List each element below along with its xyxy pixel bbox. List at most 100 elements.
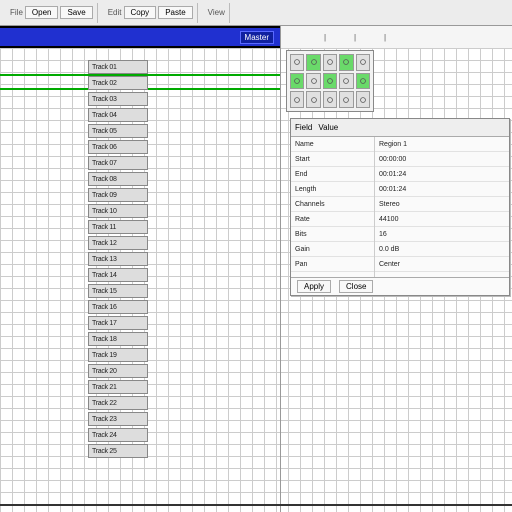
main-toolbar: File Open Save Edit Copy Paste View	[0, 0, 512, 26]
track-label[interactable]: Track 04	[88, 108, 148, 122]
properties-col-field: Field	[295, 123, 312, 132]
ruler-tick: |	[324, 33, 328, 42]
property-value[interactable]: Stereo	[375, 197, 509, 212]
property-key: Start	[291, 152, 374, 167]
knob-icon	[326, 77, 334, 85]
track-label[interactable]: Track 09	[88, 188, 148, 202]
properties-values: Region 100:00:0000:01:2400:01:24Stereo44…	[375, 137, 509, 277]
toolbar-label-edit: Edit	[108, 8, 122, 17]
property-key: Length	[291, 182, 374, 197]
property-value[interactable]: 0.0 dB	[375, 242, 509, 257]
property-key: End	[291, 167, 374, 182]
mixer-cell-off[interactable]	[290, 91, 304, 108]
mixer-cell-on[interactable]	[323, 73, 337, 90]
mixer-cell-off[interactable]	[290, 54, 304, 71]
track-label[interactable]: Track 25	[88, 444, 148, 458]
properties-col-value: Value	[318, 123, 338, 132]
property-value[interactable]: 00:00:00	[375, 152, 509, 167]
apply-button[interactable]: Apply	[297, 280, 331, 293]
track-label[interactable]: Track 03	[88, 92, 148, 106]
track-label[interactable]: Track 24	[88, 428, 148, 442]
knob-icon	[342, 96, 350, 104]
track-label[interactable]: Track 13	[88, 252, 148, 266]
mixer-cell-on[interactable]	[290, 73, 304, 90]
track-label[interactable]: Track 19	[88, 348, 148, 362]
track-label[interactable]: Track 01	[88, 60, 148, 74]
property-key: Channels	[291, 197, 374, 212]
mixer-cell-on[interactable]	[306, 54, 320, 71]
track-label[interactable]: Track 22	[88, 396, 148, 410]
knob-icon	[342, 58, 350, 66]
track-label[interactable]: Track 05	[88, 124, 148, 138]
property-value[interactable]: 00:01:24	[375, 182, 509, 197]
status-separator	[0, 504, 512, 506]
track-label[interactable]: Track 17	[88, 316, 148, 330]
track-label[interactable]: Track 02	[88, 76, 148, 90]
save-button[interactable]: Save	[60, 6, 92, 19]
mixer-cell-off[interactable]	[339, 73, 353, 90]
track-label[interactable]: Track 07	[88, 156, 148, 170]
toolbar-group-file: File Open Save	[6, 3, 98, 23]
track-label[interactable]: Track 15	[88, 284, 148, 298]
track-label[interactable]: Track 14	[88, 268, 148, 282]
mixer-cell-off[interactable]	[323, 54, 337, 71]
mixer-cell-on[interactable]	[356, 73, 370, 90]
track-label[interactable]: Track 16	[88, 300, 148, 314]
mixer-cell-on[interactable]	[339, 54, 353, 71]
track-label[interactable]: Track 11	[88, 220, 148, 234]
knob-icon	[310, 96, 318, 104]
knob-icon	[359, 96, 367, 104]
close-button[interactable]: Close	[339, 280, 373, 293]
ruler-tick: |	[384, 33, 388, 42]
knob-icon	[359, 58, 367, 66]
track-label[interactable]: Track 21	[88, 380, 148, 394]
copy-button[interactable]: Copy	[124, 6, 157, 19]
property-key: Gain	[291, 242, 374, 257]
open-button[interactable]: Open	[25, 6, 59, 19]
knob-icon	[293, 77, 301, 85]
property-key: Bits	[291, 227, 374, 242]
ruler-tick: |	[354, 33, 358, 42]
property-value[interactable]: Region 1	[375, 137, 509, 152]
track-label[interactable]: Track 23	[88, 412, 148, 426]
track-label[interactable]: Track 12	[88, 236, 148, 250]
knob-icon	[293, 96, 301, 104]
track-label[interactable]: Track 08	[88, 172, 148, 186]
toolbar-group-edit: Edit Copy Paste	[104, 3, 198, 23]
mixer-cell-off[interactable]	[323, 91, 337, 108]
track-label[interactable]: Track 06	[88, 140, 148, 154]
knob-icon	[342, 77, 350, 85]
knob-icon	[310, 58, 318, 66]
paste-button[interactable]: Paste	[158, 6, 192, 19]
mixer-cell-off[interactable]	[306, 73, 320, 90]
properties-keys: NameStartEndLengthChannelsRateBitsGainPa…	[291, 137, 375, 277]
pane-separator[interactable]	[280, 26, 281, 512]
selection-tag: Master	[240, 31, 274, 44]
property-key: Pan	[291, 257, 374, 272]
property-value[interactable]: Center	[375, 257, 509, 272]
toolbar-group-view: View	[204, 3, 230, 23]
selection-header[interactable]: Master	[0, 26, 280, 48]
mixer-cell-off[interactable]	[356, 91, 370, 108]
track-label[interactable]: Track 18	[88, 332, 148, 346]
property-value[interactable]: 00:01:24	[375, 167, 509, 182]
timeline-ruler: | | |	[286, 30, 426, 44]
track-label[interactable]: Track 10	[88, 204, 148, 218]
property-key: Rate	[291, 212, 374, 227]
property-value[interactable]: 44100	[375, 212, 509, 227]
mixer-cell-off[interactable]	[356, 54, 370, 71]
toolbar-label-view: View	[208, 8, 225, 17]
knob-icon	[310, 77, 318, 85]
properties-footer: Apply Close	[291, 277, 509, 295]
mixer-cell-off[interactable]	[306, 91, 320, 108]
property-value[interactable]: 16	[375, 227, 509, 242]
track-list: Track 01 Track 02 Track 03 Track 04 Track 05…	[88, 60, 148, 458]
mixer-cell-off[interactable]	[339, 91, 353, 108]
track-label[interactable]: Track 20	[88, 364, 148, 378]
knob-icon	[326, 58, 334, 66]
properties-body: NameStartEndLengthChannelsRateBitsGainPa…	[291, 137, 509, 277]
knob-icon	[293, 58, 301, 66]
knob-icon	[359, 77, 367, 85]
knob-icon	[326, 96, 334, 104]
properties-panel: Field Value NameStartEndLengthChannelsRa…	[290, 118, 510, 296]
